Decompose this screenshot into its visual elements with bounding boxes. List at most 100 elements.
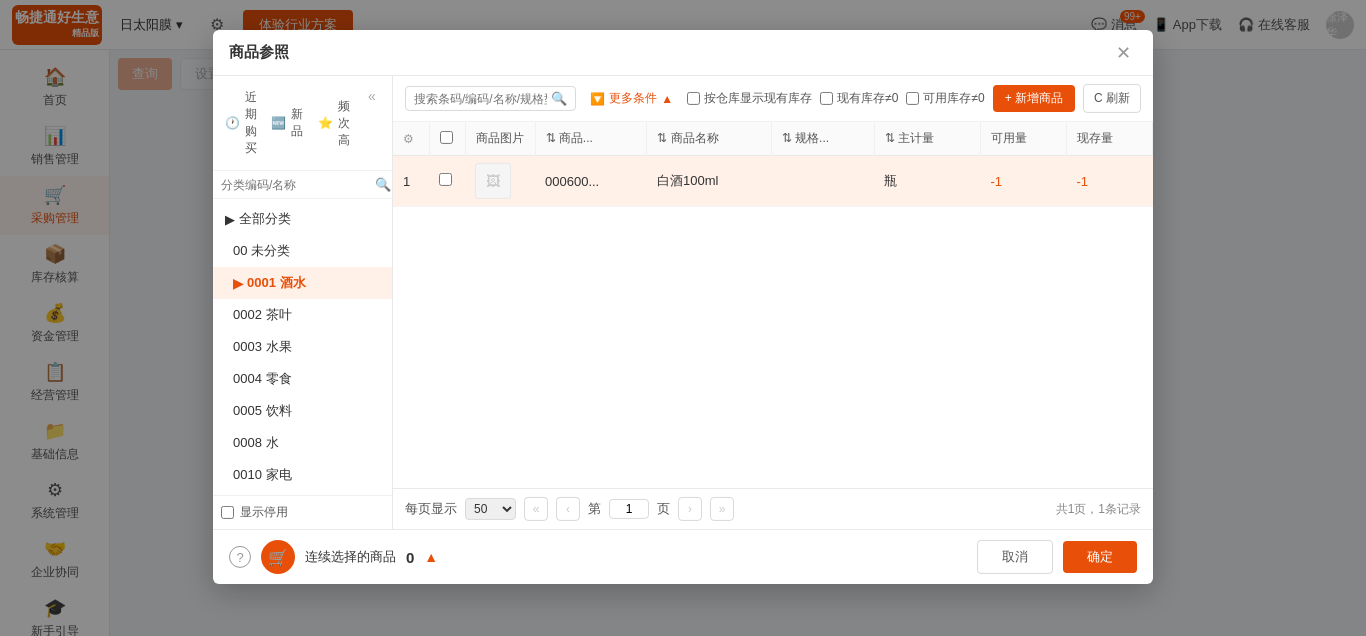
warehouse-checkbox[interactable] [687,92,700,105]
recent-icon: 🕐 [225,116,240,130]
cat-0001-arrow: ▶ [233,275,243,290]
warehouse-label: 按仓库显示现有库存 [704,90,812,107]
available-not-zero-filter[interactable]: 现有库存≠0 [820,90,898,107]
cat-item-0005[interactable]: 0005 饮料 [213,395,392,427]
frequent-btn[interactable]: ⭐ 频次高 [314,84,356,162]
th-available: 可用量 [980,122,1066,156]
dialog-body: 🕐 近期购买 🆕 新品 ⭐ 频次高 « 🔍 [213,76,1153,529]
sort-icon-name: ⇅ [657,131,667,145]
th-name[interactable]: ⇅ 商品名称 [647,122,771,156]
cat-item-0002[interactable]: 0002 茶叶 [213,299,392,331]
expand-button[interactable]: ▲ [424,549,438,565]
product-search-box: 🔍 [405,86,576,111]
cancel-button[interactable]: 取消 [977,540,1053,574]
prev-page-button[interactable]: ‹ [556,497,580,521]
collapse-btn[interactable]: « [360,84,384,108]
filter-icon: 🔽 [590,91,605,105]
product-table-wrapper: ⚙ 商品图片 ⇅ 商品... ⇅ 商品名称 ⇅ 规格... [393,122,1153,488]
category-panel: 🕐 近期购买 🆕 新品 ⭐ 频次高 « 🔍 [213,76,393,529]
search-icon[interactable]: 🔍 [551,91,567,106]
th-code[interactable]: ⇅ 商品... [535,122,647,156]
product-panel: 🔍 🔽 更多条件 ▲ 按仓库显示现有库存 现有库存≠0 可用库存≠ [393,76,1153,529]
page-size-label: 每页显示 [405,500,457,518]
sort-icon-unit: ⇅ [885,131,895,145]
dialog-title: 商品参照 [229,43,1109,62]
cat-search-icon[interactable]: 🔍 [375,177,391,192]
th-stock: 现存量 [1066,122,1152,156]
row-code: 000600... [535,155,647,206]
image-placeholder-icon: 🖼 [486,173,500,189]
row-image: 🖼 [465,155,535,206]
usable-not-zero-label: 可用库存≠0 [923,90,984,107]
available-not-zero-label: 现有库存≠0 [837,90,898,107]
help-button[interactable]: ? [229,546,251,568]
new-product-btn[interactable]: 🆕 新品 [267,84,309,162]
product-reference-dialog: 商品参照 ✕ 🕐 近期购买 🆕 新品 ⭐ 频次高 « [213,30,1153,584]
cat-item-0003[interactable]: 0003 水果 [213,331,392,363]
usable-not-zero-filter[interactable]: 可用库存≠0 [906,90,984,107]
page-number-input[interactable] [609,499,649,519]
product-table: ⚙ 商品图片 ⇅ 商品... ⇅ 商品名称 ⇅ 规格... [393,122,1153,207]
product-image: 🖼 [475,163,511,199]
th-unit[interactable]: ⇅ 主计量 [874,122,980,156]
selected-count: 0 [406,548,414,565]
all-cat-arrow: ▶ [225,211,235,226]
new-icon: 🆕 [271,116,286,130]
product-search-input[interactable] [414,91,547,105]
toolbar-right: + 新增商品 C 刷新 [993,84,1141,113]
sort-icon-spec: ⇅ [782,131,792,145]
next-page-button[interactable]: › [678,497,702,521]
show-disabled-footer: 显示停用 [213,495,392,529]
select-all-checkbox[interactable] [440,130,453,143]
row-stock: -1 [1066,155,1152,206]
category-search: 🔍 [213,171,392,199]
dialog-close-button[interactable]: ✕ [1109,38,1137,66]
cart-icon: 🛒 [268,547,288,566]
page-label: 第 [588,500,601,518]
page-size-select[interactable]: 50 100 200 [465,498,516,520]
add-product-button[interactable]: + 新增商品 [993,85,1075,112]
cat-item-0001[interactable]: ▶ 0001 酒水 [213,267,392,299]
cart-button[interactable]: 🛒 [261,540,295,574]
row-select-checkbox[interactable] [439,173,452,186]
page-suffix: 页 [657,500,670,518]
cat-item-0008[interactable]: 0008 水 [213,427,392,459]
star-icon: ⭐ [318,116,333,130]
cat-item-all[interactable]: ▶ 全部分类 [213,203,392,235]
th-spec[interactable]: ⇅ 规格... [771,122,874,156]
usable-not-zero-checkbox[interactable] [906,92,919,105]
category-list: ▶ 全部分类 00 未分类 ▶ 0001 酒水 0002 茶叶 0003 水果 [213,199,392,495]
cat-item-0010[interactable]: 0010 家电 [213,459,392,491]
table-row[interactable]: 1 🖼 000600... 白酒100ml [393,155,1153,206]
row-spec [771,155,874,206]
show-disabled-label: 显示停用 [240,504,288,521]
recent-purchase-btn[interactable]: 🕐 近期购买 [221,84,263,162]
selected-label: 连续选择的商品 [305,548,396,566]
category-nav: 🕐 近期购买 🆕 新品 ⭐ 频次高 « [213,76,392,171]
th-image: 商品图片 [465,122,535,156]
row-name: 白酒100ml [647,155,771,206]
confirm-button[interactable]: 确定 [1063,541,1137,573]
category-search-input[interactable] [221,177,371,191]
row-checkbox [429,155,465,206]
filter-label: 更多条件 [609,90,657,107]
warehouse-filter[interactable]: 按仓库显示现有库存 [687,90,812,107]
last-page-button[interactable]: » [710,497,734,521]
th-checkbox [429,122,465,156]
show-disabled-checkbox[interactable] [221,506,234,519]
th-gear[interactable]: ⚙ [393,122,429,156]
available-not-zero-checkbox[interactable] [820,92,833,105]
cat-item-0004[interactable]: 0004 零食 [213,363,392,395]
more-filter-button[interactable]: 🔽 更多条件 ▲ [584,86,679,111]
first-page-button[interactable]: « [524,497,548,521]
row-unit: 瓶 [874,155,980,206]
sort-icon-code: ⇅ [546,131,556,145]
refresh-button[interactable]: C 刷新 [1083,84,1141,113]
product-toolbar: 🔍 🔽 更多条件 ▲ 按仓库显示现有库存 现有库存≠0 可用库存≠ [393,76,1153,122]
row-available: -1 [980,155,1066,206]
dialog-header: 商品参照 ✕ [213,30,1153,76]
cat-item-00[interactable]: 00 未分类 [213,235,392,267]
pagination-bar: 每页显示 50 100 200 « ‹ 第 页 › » 共1页，1条记录 [393,488,1153,529]
row-index: 1 [393,155,429,206]
total-info: 共1页，1条记录 [1056,500,1141,517]
